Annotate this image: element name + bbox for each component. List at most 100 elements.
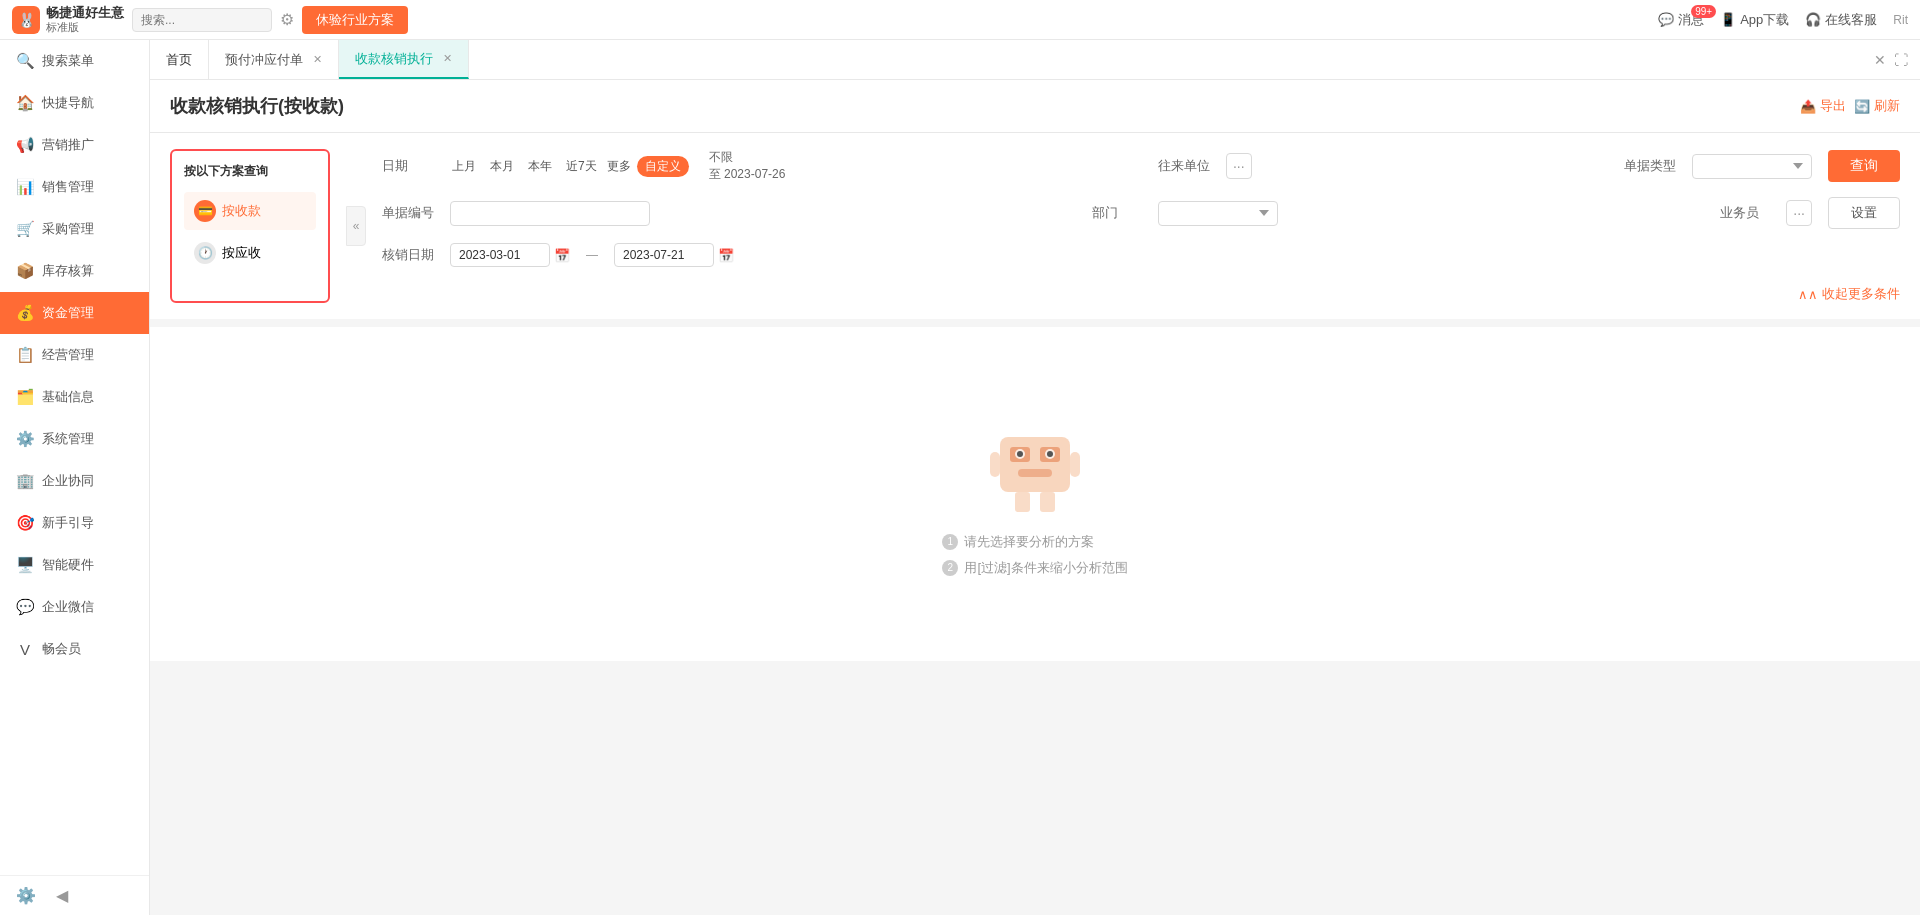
sidebar-settings-icon[interactable]: ⚙️ [16, 886, 36, 905]
more-conditions-button[interactable]: ∧∧ 收起更多条件 [1798, 285, 1900, 303]
calendar-start-icon[interactable]: 📅 [554, 248, 570, 263]
page-title: 收款核销执行(按收款) [170, 94, 344, 132]
member-icon: V [16, 641, 34, 658]
date-divider: — [586, 248, 598, 262]
sidebar-item-inventory[interactable]: 📦 库存核算 [0, 250, 149, 292]
empty-step-1-text: 请先选择要分析的方案 [964, 529, 1094, 555]
app-logo: 🐰 畅捷通好生意 标准版 [12, 5, 124, 34]
message-icon: 💬 [1658, 12, 1674, 27]
tab-prepay-close[interactable]: ✕ [313, 53, 322, 66]
sidebar-label-search: 搜索菜单 [42, 52, 94, 70]
empty-step-1: 1 请先选择要分析的方案 [942, 529, 1127, 555]
query-option-receivable-label: 按应收 [222, 244, 261, 262]
date-btn-this-year[interactable]: 近7天 [562, 156, 601, 177]
sidebar-item-search[interactable]: 🔍 搜索菜单 [0, 40, 149, 82]
sidebar-item-member[interactable]: V 畅会员 [0, 628, 149, 670]
user-name[interactable]: Rit [1893, 13, 1908, 27]
date-btn-custom[interactable]: 自定义 [637, 156, 689, 177]
doc-type-label: 单据类型 [1624, 157, 1676, 175]
department-select[interactable] [1158, 201, 1278, 226]
tab-close-button[interactable]: ✕ [1874, 52, 1886, 68]
sidebar-item-wechat[interactable]: 💬 企业微信 [0, 586, 149, 628]
message-button[interactable]: 💬 消息 99+ [1658, 11, 1704, 29]
search-input[interactable] [132, 8, 272, 32]
more-conditions: ∧∧ 收起更多条件 [382, 285, 1900, 303]
sidebar-item-basic-info[interactable]: 🗂️ 基础信息 [0, 376, 149, 418]
gear-icon[interactable]: ⚙ [280, 10, 294, 29]
writeoff-date-end-wrap: 📅 [614, 243, 734, 267]
more-conditions-label: 收起更多条件 [1822, 285, 1900, 303]
svg-rect-0 [1000, 437, 1070, 492]
tab-expand-button[interactable]: ⛶ [1894, 52, 1908, 68]
empty-illustration [980, 407, 1090, 517]
message-badge: 99+ [1691, 5, 1716, 18]
doc-num-input[interactable] [450, 201, 650, 226]
sidebar-item-guide[interactable]: 🎯 新手引导 [0, 502, 149, 544]
sidebar-item-sales[interactable]: 📊 销售管理 [0, 166, 149, 208]
svg-rect-6 [1015, 492, 1030, 512]
receivable-icon: 🕐 [194, 242, 216, 264]
tab-receipt-writeoff-close[interactable]: ✕ [443, 52, 452, 65]
date-btn-more[interactable]: 更多 [607, 158, 631, 175]
counterparty-input[interactable]: ··· [1226, 153, 1252, 179]
tab-prepay-label: 预付冲应付单 [225, 51, 303, 69]
tab-home[interactable]: 首页 [150, 40, 209, 79]
results-area: 1 请先选择要分析的方案 2 用[过滤]条件来缩小分析范围 [150, 327, 1920, 661]
writeoff-date-end[interactable] [614, 243, 714, 267]
date-btn-this-month[interactable]: 本年 [524, 156, 556, 177]
export-button[interactable]: 📤 导出 [1800, 97, 1846, 115]
app-download-button[interactable]: 📱 App下载 [1720, 11, 1789, 29]
svg-rect-3 [1018, 469, 1052, 477]
sidebar-label-operations: 经营管理 [42, 346, 94, 364]
sidebar-label-member: 畅会员 [42, 640, 81, 658]
writeoff-date-label: 核销日期 [382, 246, 434, 264]
svg-point-11 [1047, 451, 1053, 457]
date-quick-buttons: 上月 本月 本年 近7天 更多 自定义 [448, 156, 689, 177]
query-option-by-receipt[interactable]: 💳 按收款 [184, 192, 316, 230]
setting-button[interactable]: 设置 [1828, 197, 1900, 229]
page-content: 收款核销执行(按收款) 📤 导出 🔄 刷新 按以下方案查询 [150, 80, 1920, 915]
export-icon: 📤 [1800, 99, 1816, 114]
sidebar-item-purchase[interactable]: 🛒 采购管理 [0, 208, 149, 250]
writeoff-date-start-wrap: 📅 [450, 243, 570, 267]
main-layout: 🔍 搜索菜单 🏠 快捷导航 📢 营销推广 📊 销售管理 🛒 采购管理 📦 库存核… [0, 40, 1920, 915]
sales-icon: 📊 [16, 178, 34, 196]
query-option-by-receivable[interactable]: 🕐 按应收 [184, 234, 316, 272]
sidebar-item-hardware[interactable]: 🖥️ 智能硬件 [0, 544, 149, 586]
tab-receipt-writeoff[interactable]: 收款核销执行 ✕ [339, 40, 469, 79]
filter-area: 按以下方案查询 💳 按收款 🕐 按应收 « [150, 133, 1920, 319]
department-label: 部门 [1092, 204, 1142, 222]
doc-type-select[interactable] [1692, 154, 1812, 179]
salesperson-input[interactable]: ··· [1786, 200, 1812, 226]
purchase-icon: 🛒 [16, 220, 34, 238]
date-btn-last-month[interactable]: 本月 [486, 156, 518, 177]
sidebar-item-finance[interactable]: 💰 资金管理 [0, 292, 149, 334]
sidebar-item-operations[interactable]: 📋 经营管理 [0, 334, 149, 376]
date-btn-unlimited[interactable]: 上月 [448, 156, 480, 177]
online-service-button[interactable]: 🎧 在线客服 [1805, 11, 1877, 29]
sidebar-collapse-icon[interactable]: ◀ [56, 886, 68, 905]
sidebar-item-quick-nav[interactable]: 🏠 快捷导航 [0, 82, 149, 124]
page-header: 收款核销执行(按收款) 📤 导出 🔄 刷新 [150, 80, 1920, 133]
basic-info-icon: 🗂️ [16, 388, 34, 406]
calendar-end-icon[interactable]: 📅 [718, 248, 734, 263]
query-button[interactable]: 查询 [1828, 150, 1900, 182]
date-label: 日期 [382, 157, 432, 175]
sidebar-item-system[interactable]: ⚙️ 系统管理 [0, 418, 149, 460]
writeoff-date-start[interactable] [450, 243, 550, 267]
sidebar-item-marketing[interactable]: 📢 营销推广 [0, 124, 149, 166]
refresh-button[interactable]: 🔄 刷新 [1854, 97, 1900, 115]
counterparty-label: 往来单位 [1158, 157, 1210, 175]
query-panel-title: 按以下方案查询 [184, 163, 316, 180]
content-area: 首页 预付冲应付单 ✕ 收款核销执行 ✕ ✕ ⛶ 收款核销执行(按收款) [150, 40, 1920, 915]
receipt-icon: 💳 [194, 200, 216, 222]
empty-step-2: 2 用[过滤]条件来缩小分析范围 [942, 555, 1127, 581]
collapse-button[interactable]: « [346, 206, 366, 246]
industry-button[interactable]: 休验行业方案 [302, 6, 408, 34]
sidebar-item-enterprise[interactable]: 🏢 企业协同 [0, 460, 149, 502]
svg-rect-7 [1040, 492, 1055, 512]
tab-prepay[interactable]: 预付冲应付单 ✕ [209, 40, 339, 79]
headset-icon: 🎧 [1805, 12, 1821, 27]
tab-home-label: 首页 [166, 51, 192, 69]
empty-state: 1 请先选择要分析的方案 2 用[过滤]条件来缩小分析范围 [150, 327, 1920, 661]
